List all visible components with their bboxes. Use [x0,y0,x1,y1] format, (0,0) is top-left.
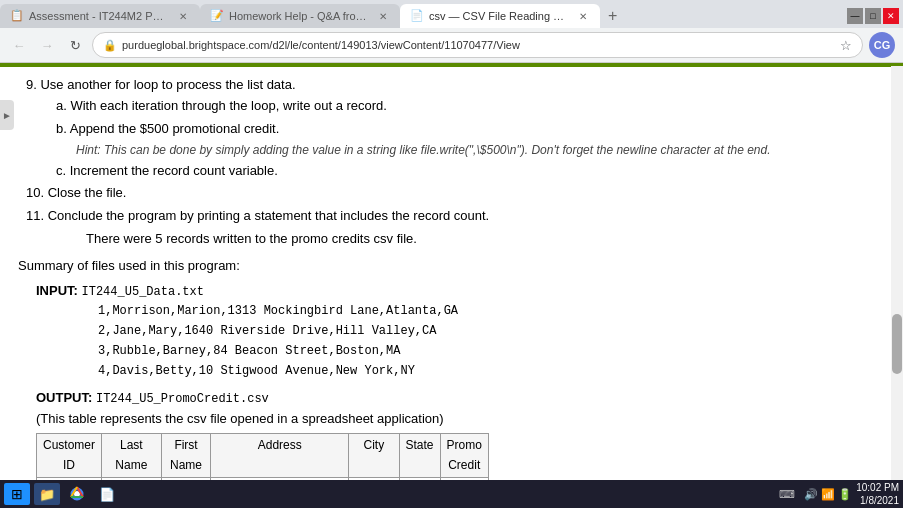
table-note: (This table represents the csv file open… [36,409,853,430]
taskbar: ⊞ 📁 📄 ⌨ 🔊 📶 🔋 10:02 PM 1/8/2021 [0,480,903,508]
system-tray: 🔊 📶 🔋 [804,488,852,501]
scrollbar[interactable] [891,66,903,480]
col-first-name: FirstName [161,434,211,477]
taskbar-date: 1/8/2021 [860,494,899,507]
sidebar-toggle[interactable]: ► [0,100,14,130]
window-controls: — □ ✕ [847,4,903,28]
keyboard-icon: ⌨ [774,483,800,505]
input-label: INPUT: [36,283,78,298]
tab-assessment[interactable]: 📋 Assessment - IT244M2 Python F... ✕ [0,4,200,28]
tab3-favicon: 📄 [410,9,424,23]
item9-subb: b. Append the $500 promotional credit. [56,119,853,140]
lock-icon: 🔒 [103,39,117,52]
refresh-button[interactable]: ↻ [64,34,86,56]
tray-icon-1: 🔊 [804,488,818,501]
address-bar[interactable]: 🔒 purdueglobal.brightspace.com/d2l/le/co… [92,32,863,58]
data-line-2: 2,Jane,Mary,1640 Riverside Drive,Hill Va… [98,322,853,341]
output-file: IT244_U5_PromoCredit.csv [96,392,269,406]
scrollbar-thumb[interactable] [892,314,902,374]
time-block: 10:02 PM 1/8/2021 [856,481,899,507]
tab2-close[interactable]: ✕ [376,9,390,23]
back-button[interactable]: ← [8,34,30,56]
taskbar-time: 10:02 PM [856,481,899,494]
summary-heading: Summary of files used in this program: [18,258,240,273]
item11-number: 11. [26,208,44,223]
col-last-name: LastName [102,434,162,477]
tab1-label: Assessment - IT244M2 Python F... [29,10,167,22]
col-customer-id: CustomerID [37,434,102,477]
new-tab-button[interactable]: + [600,4,625,28]
item10-text: Close the file. [48,185,127,200]
table-header-row: CustomerID LastName FirstName Address Ci… [37,434,489,477]
browser-chrome: 📋 Assessment - IT244M2 Python F... ✕ 📝 H… [0,0,903,63]
col-city: City [349,434,399,477]
result-statement: There were 5 records written to the prom… [86,229,853,250]
user-avatar[interactable]: CG [869,32,895,58]
data-line-1: 1,Morrison,Marion,1313 Mockingbird Lane,… [98,302,853,321]
main-content: 9. Use another for loop to process the l… [0,67,903,508]
address-bar-row: ← → ↻ 🔒 purdueglobal.brightspace.com/d2l… [0,28,903,62]
tray-icon-3: 🔋 [838,488,852,501]
item9-hint: Hint: This can be done by simply adding … [76,141,853,160]
input-section: INPUT: IT244_U5_Data.txt [36,281,853,302]
item11-text: Conclude the program by printing a state… [48,208,490,223]
item9-number: 9. [26,77,37,92]
bookmark-icon[interactable]: ☆ [840,38,852,53]
item9-suba: a. With each iteration through the loop,… [56,96,853,117]
item9-text: Use another for loop to process the list… [40,77,295,92]
tray-icon-2: 📶 [821,488,835,501]
col-promo-credit: PromoCredit [440,434,488,477]
output-section: OUTPUT: IT244_U5_PromoCredit.csv [36,388,853,409]
url-text: purdueglobal.brightspace.com/d2l/le/cont… [122,39,835,51]
minimize-button[interactable]: — [847,8,863,24]
tab1-close[interactable]: ✕ [176,9,190,23]
tab3-close[interactable]: ✕ [576,9,590,23]
tab3-label: csv — CSV File Reading and Wri... [429,10,567,22]
item-10: 10. Close the file. [26,183,853,204]
maximize-button[interactable]: □ [865,8,881,24]
data-line-4: 4,Davis,Betty,10 Stigwood Avenue,New Yor… [98,362,853,381]
col-state: State [399,434,440,477]
forward-button[interactable]: → [36,34,58,56]
item9-subc: c. Increment the record count variable. [56,161,853,182]
start-button[interactable]: ⊞ [4,483,30,505]
tab1-favicon: 📋 [10,9,24,23]
tab-bar: 📋 Assessment - IT244M2 Python F... ✕ 📝 H… [0,0,903,28]
item-11: 11. Conclude the program by printing a s… [26,206,853,250]
data-line-3: 3,Rubble,Barney,84 Beacon Street,Boston,… [98,342,853,361]
item10-number: 10. [26,185,44,200]
summary-section: Summary of files used in this program: I… [18,256,853,502]
chrome-button[interactable] [64,483,90,505]
tab2-favicon: 📝 [210,9,224,23]
notepad-button[interactable]: 📄 [94,483,120,505]
output-label: OUTPUT: [36,390,92,405]
input-file: IT244_U5_Data.txt [82,285,204,299]
file-explorer-button[interactable]: 📁 [34,483,60,505]
close-button[interactable]: ✕ [883,8,899,24]
col-address: Address [211,434,349,477]
item-9: 9. Use another for loop to process the l… [26,75,853,181]
tab-homework[interactable]: 📝 Homework Help - Q&A from On... ✕ [200,4,400,28]
tab-csv[interactable]: 📄 csv — CSV File Reading and Wri... ✕ [400,4,600,28]
tab2-label: Homework Help - Q&A from On... [229,10,367,22]
